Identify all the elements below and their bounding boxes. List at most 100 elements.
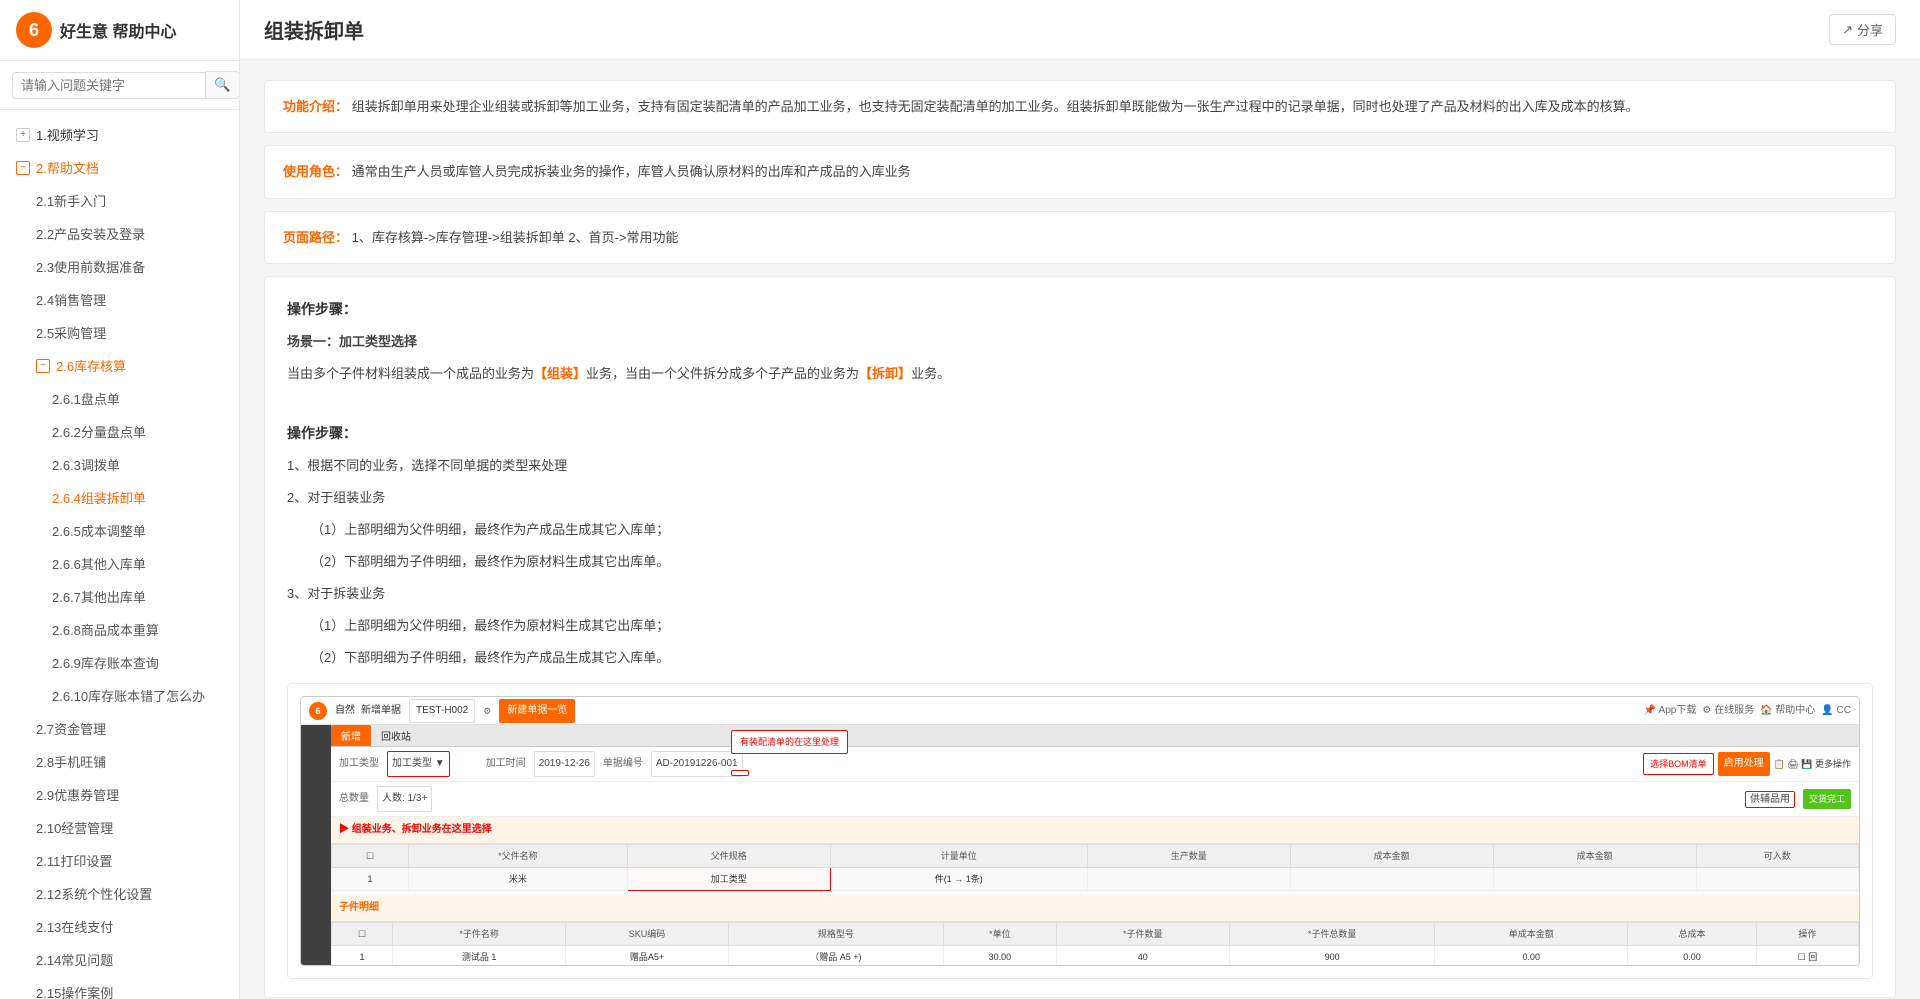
step3: 3、对于拆装业务 bbox=[287, 581, 1873, 607]
collapse-icon: − bbox=[16, 161, 30, 175]
sidebar-item-prepare[interactable]: 2.3使用前数据准备 bbox=[0, 250, 239, 283]
mini-process-btn[interactable]: 启用处理 bbox=[1718, 752, 1770, 776]
steps-block: 操作步骤： 场景一：加工类型选择 当由多个子件材料组装成一个成品的业务为【组装】… bbox=[264, 276, 1896, 998]
th-qty: 计量单位 bbox=[830, 845, 1087, 868]
th-spec: 父件规格 bbox=[627, 845, 830, 868]
sidebar-item-newbie[interactable]: 2.1新手入门 bbox=[0, 184, 239, 217]
td2-r1-unit: 30.00 bbox=[944, 946, 1057, 966]
sidebar-item-label: 2.10经营管理 bbox=[36, 818, 113, 837]
sidebar-item-payment[interactable]: 2.13在线支付 bbox=[0, 910, 239, 943]
sidebar-item-label: 2.8手机旺铺 bbox=[36, 752, 106, 771]
th2-sku: SKU编码 bbox=[566, 923, 729, 946]
annotation-process bbox=[731, 770, 749, 776]
td2-r1-total: 0.00 bbox=[1628, 946, 1757, 966]
mini-tab-trash[interactable]: 回收站 bbox=[371, 725, 421, 746]
sidebar-item-other-in[interactable]: 2.6.6其他入库单 bbox=[0, 547, 239, 580]
mini-type-input[interactable]: 加工类型 ▼ bbox=[387, 751, 450, 777]
td2-r1-spec: （赠品 A5 +) bbox=[728, 946, 943, 966]
sidebar-item-capital[interactable]: 2.7资金管理 bbox=[0, 712, 239, 745]
sidebar-item-operation[interactable]: 2.10经营管理 bbox=[0, 811, 239, 844]
search-input[interactable] bbox=[12, 72, 206, 99]
sidebar-item-label: 2.3使用前数据准备 bbox=[36, 257, 145, 276]
mini-section-annotation: ▶ 组装业务、拆卸业务在这里选择 bbox=[339, 824, 492, 835]
sidebar-item-label: 2.14常见问题 bbox=[36, 950, 113, 969]
share-label: 分享 bbox=[1857, 20, 1883, 39]
td-check: 1 bbox=[332, 868, 409, 891]
sidebar-item-print[interactable]: 2.11打印设置 bbox=[0, 844, 239, 877]
sidebar-item-ledger[interactable]: 2.6.9库存账本查询 bbox=[0, 646, 239, 679]
mini-form-row2: 总数量 人数: 1/3+ 供辅品用 交货完工 bbox=[331, 782, 1859, 817]
mini-bom-label: 选择BOM清单 bbox=[1643, 753, 1714, 775]
mini-confirm-btn[interactable]: 交货完工 bbox=[1803, 789, 1851, 809]
sidebar-item-label: 2.1新手入门 bbox=[36, 191, 106, 210]
sidebar-item-label: 2.6.9库存账本查询 bbox=[52, 653, 159, 672]
td2-r1-check: 1 bbox=[332, 946, 393, 966]
mini-date-input[interactable]: 2019-12-26 bbox=[534, 751, 595, 777]
th2-spec: 规格型号 bbox=[728, 923, 943, 946]
sidebar-item-coupon[interactable]: 2.9优惠券管理 bbox=[0, 778, 239, 811]
mini-main-section: 新增 回收站 加工类型 加工类型 ▼ 加工时间 2019-12-26 单据编号 bbox=[331, 725, 1859, 965]
sidebar-item-cases[interactable]: 2.15操作案例 bbox=[0, 976, 239, 999]
sidebar-item-wrong[interactable]: 2.6.10库存账本错了怎么办 bbox=[0, 679, 239, 712]
sidebar-item-purchase[interactable]: 2.5采购管理 bbox=[0, 316, 239, 349]
search-button[interactable]: 🔍 bbox=[206, 71, 240, 99]
scene1-desc: 当由多个子件材料组装成一个成品的业务为【组装】业务，当由一个父件拆分成多个子产品… bbox=[287, 361, 1873, 387]
th2-goods: *子件名称 bbox=[392, 923, 565, 946]
share-button[interactable]: ↗ 分享 bbox=[1829, 14, 1896, 45]
mini-icons-right: 📋 🖨 💾 更多操作 bbox=[1774, 755, 1851, 773]
sidebar-item-count[interactable]: 2.6.1盘点单 bbox=[0, 382, 239, 415]
mini-icon3: 🏠 帮助中心 bbox=[1760, 701, 1815, 721]
role-label: 使用角色： bbox=[283, 164, 348, 179]
sidebar-item-assembly[interactable]: 2.6.4组装拆卸单 bbox=[0, 481, 239, 514]
sidebar-item-cost[interactable]: 2.6.5成本调整单 bbox=[0, 514, 239, 547]
sidebar-item-adjust[interactable]: 2.6.3调拨单 bbox=[0, 448, 239, 481]
sidebar-item-label: 2.帮助文档 bbox=[36, 158, 99, 177]
sidebar: 6 好生意 帮助中心 🔍 + 1.视频学习 − 2.帮助文档 2.1新手入门 2… bbox=[0, 0, 240, 999]
sidebar-item-inventory[interactable]: − 2.6库存核算 bbox=[0, 349, 239, 382]
mini-topbar: 6 自然 新增单据 TEST-H002 ⚙ 新建单据一览 📌 App下载 ⚙ 在 bbox=[301, 697, 1859, 725]
step1: 1、根据不同的业务，选择不同单据的类型来处理 bbox=[287, 453, 1873, 479]
mini-top-icons: 📌 App下载 ⚙ 在线服务 🏠 帮助中心 👤 CC bbox=[1644, 701, 1851, 721]
path-block: 页面路径： 1、库存核算->库存管理->组装拆卸单 2、首页->常用功能 bbox=[264, 211, 1896, 264]
main-area: 组装拆卸单 ↗ 分享 功能介绍： 组装拆卸单用来处理企业组装或拆卸等加工业务，支… bbox=[240, 0, 1920, 999]
intro-text: 组装拆卸单用来处理企业组装或拆卸等加工业务，支持有固定装配清单的产品加工业务，也… bbox=[352, 99, 1639, 114]
th-goods: *父件名称 bbox=[408, 845, 627, 868]
sidebar-item-video[interactable]: + 1.视频学习 bbox=[0, 118, 239, 151]
mini-ui: 6 自然 新增单据 TEST-H002 ⚙ 新建单据一览 📌 App下载 ⚙ 在 bbox=[300, 696, 1860, 966]
mini-left-nav bbox=[301, 725, 331, 965]
path-text: 1、库存核算->库存管理->组装拆卸单 2、首页->常用功能 bbox=[352, 230, 679, 245]
mini-search-input[interactable]: 供辅品用 bbox=[1745, 791, 1795, 808]
td2-r1-sku: 赠品A5+ bbox=[566, 946, 729, 966]
sidebar-item-label: 2.12系统个性化设置 bbox=[36, 884, 152, 903]
mini-create-btn[interactable]: 新建单据一览 bbox=[499, 699, 575, 723]
sidebar-item-goods-cost[interactable]: 2.6.8商品成本重算 bbox=[0, 613, 239, 646]
sidebar-item-docs[interactable]: − 2.帮助文档 bbox=[0, 151, 239, 184]
role-text: 通常由生产人员或库管人员完成拆装业务的操作，库管人员确认原材料的出库和产成品的入… bbox=[352, 164, 911, 179]
sidebar-item-label: 2.13在线支付 bbox=[36, 917, 113, 936]
step3a: （1）上部明细为父件明细，最终作为原材料生成其它出库单； bbox=[287, 613, 1873, 639]
sidebar-item-mobile[interactable]: 2.8手机旺铺 bbox=[0, 745, 239, 778]
step2a: （1）上部明细为父件明细，最终作为产成品生成其它入库单； bbox=[287, 517, 1873, 543]
sidebar-item-faq[interactable]: 2.14常见问题 bbox=[0, 943, 239, 976]
mini-code-input[interactable]: AD-20191226-001 bbox=[651, 751, 743, 777]
step2b: （2）下部明细为子件明细，最终作为原材料生成其它出库单。 bbox=[287, 549, 1873, 575]
collapse-icon: − bbox=[36, 359, 50, 373]
mini-tab-new[interactable]: 新增 bbox=[331, 725, 371, 746]
mini-qty-input[interactable]: 人数: 1/3+ bbox=[377, 786, 432, 812]
td2-r1-num: 40 bbox=[1056, 946, 1229, 966]
sidebar-item-install[interactable]: 2.2产品安装及登录 bbox=[0, 217, 239, 250]
sidebar-item-partial[interactable]: 2.6.2分量盘点单 bbox=[0, 415, 239, 448]
th-check: ☐ bbox=[332, 845, 409, 868]
td2-r1-sub: 900 bbox=[1229, 946, 1434, 966]
mini-company-id: TEST-H002 bbox=[409, 699, 475, 723]
sidebar-item-label: 2.6库存核算 bbox=[56, 356, 126, 375]
sidebar-item-personalize[interactable]: 2.12系统个性化设置 bbox=[0, 877, 239, 910]
step2: 2、对于组装业务 bbox=[287, 485, 1873, 511]
mini-nav2: 新增单据 bbox=[361, 701, 401, 721]
th-unit: 生产数量 bbox=[1087, 845, 1290, 868]
role-block: 使用角色： 通常由生产人员或库管人员完成拆装业务的操作，库管人员确认原材料的出库… bbox=[264, 145, 1896, 198]
sidebar-item-sales[interactable]: 2.4销售管理 bbox=[0, 283, 239, 316]
sidebar-item-label: 2.5采购管理 bbox=[36, 323, 106, 342]
sidebar-item-other-out[interactable]: 2.6.7其他出库单 bbox=[0, 580, 239, 613]
scene1-label: 场景一：加工类型选择 bbox=[287, 334, 417, 349]
